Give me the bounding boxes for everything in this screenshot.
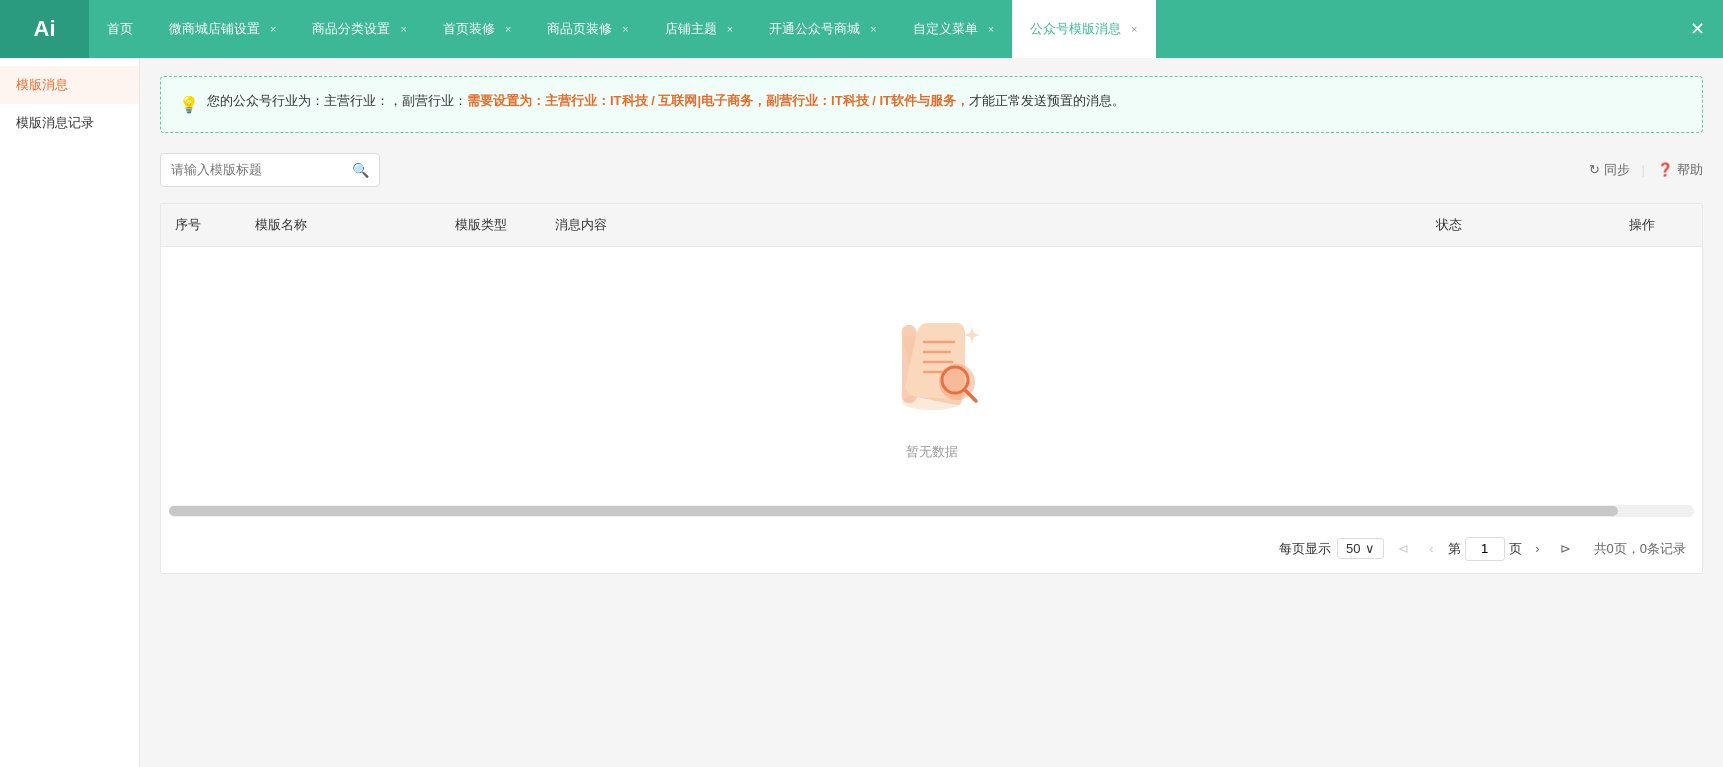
nav-tab-7[interactable]: 自定义菜单×	[895, 0, 1012, 58]
nav-tab-2[interactable]: 商品分类设置×	[294, 0, 424, 58]
page-size-dropdown[interactable]: 50 ∨	[1337, 538, 1383, 559]
search-bar: 🔍 ↻ 同步 | ❓ 帮助	[160, 153, 1703, 187]
nav-tab-1[interactable]: 微商城店铺设置×	[151, 0, 294, 58]
close-all-button[interactable]: ✕	[1672, 0, 1723, 58]
app-logo: Ai	[0, 0, 89, 58]
first-page-button[interactable]: ⊲	[1392, 537, 1416, 561]
chevron-down-icon: ∨	[1365, 541, 1375, 556]
sidebar-item-template-record[interactable]: 模版消息记录	[0, 104, 139, 142]
th-action: 操作	[1582, 204, 1702, 246]
empty-illustration	[872, 307, 992, 427]
page-number-input[interactable]	[1465, 537, 1505, 561]
nav-tab-close-4[interactable]: ×	[622, 23, 628, 35]
top-navigation: Ai 首页微商城店铺设置×商品分类设置×首页装修×商品页装修×店铺主题×开通公众…	[0, 0, 1723, 58]
page-navigation: ⊲ ‹ 第 页 › ⊳	[1392, 537, 1578, 561]
nav-tab-close-2[interactable]: ×	[400, 23, 406, 35]
search-input[interactable]	[171, 162, 352, 177]
sync-icon: ↻	[1589, 162, 1600, 177]
prev-page-button[interactable]: ‹	[1420, 537, 1444, 561]
th-seq: 序号	[161, 204, 241, 246]
th-type: 模版类型	[441, 204, 541, 246]
empty-state: 暂无数据	[161, 247, 1702, 501]
nav-tab-close-7[interactable]: ×	[988, 23, 994, 35]
notice-text: 您的公众号行业为：主营行业：，副营行业：需要设置为：主营行业：IT科技 / 互联…	[207, 91, 1125, 112]
data-table: 序号 模版名称 模版类型 消息内容 状态 操作	[160, 203, 1703, 574]
nav-tab-close-3[interactable]: ×	[505, 23, 511, 35]
content-area: 💡 您的公众号行业为：主营行业：，副营行业：需要设置为：主营行业：IT科技 / …	[140, 58, 1723, 767]
nav-tab-close-1[interactable]: ×	[270, 23, 276, 35]
pagination: 每页显示 50 ∨ ⊲ ‹ 第 页 › ⊳ 共0页，0条记录	[161, 525, 1702, 573]
nav-tab-8[interactable]: 公众号模版消息×	[1012, 0, 1155, 58]
nav-tab-0[interactable]: 首页	[89, 0, 151, 58]
nav-tab-6[interactable]: 开通公众号商城×	[751, 0, 894, 58]
divider: |	[1642, 162, 1645, 177]
help-icon: ❓	[1657, 162, 1673, 177]
nav-tab-close-8[interactable]: ×	[1131, 23, 1137, 35]
nav-tab-close-5[interactable]: ×	[727, 23, 733, 35]
nav-tab-5[interactable]: 店铺主题×	[647, 0, 751, 58]
sync-button[interactable]: ↻ 同步	[1589, 161, 1630, 179]
th-name: 模版名称	[241, 204, 441, 246]
horizontal-scrollbar[interactable]	[161, 505, 1702, 525]
help-button[interactable]: ❓ 帮助	[1657, 161, 1703, 179]
nav-tabs-container: 首页微商城店铺设置×商品分类设置×首页装修×商品页装修×店铺主题×开通公众号商城…	[89, 0, 1672, 58]
notice-icon: 💡	[179, 92, 199, 118]
th-content: 消息内容	[541, 204, 1422, 246]
last-page-button[interactable]: ⊳	[1554, 537, 1578, 561]
sidebar-item-template-msg[interactable]: 模版消息	[0, 66, 139, 104]
empty-text: 暂无数据	[906, 443, 958, 461]
nav-tab-4[interactable]: 商品页装修×	[529, 0, 646, 58]
next-page-button[interactable]: ›	[1526, 537, 1550, 561]
main-layout: 模版消息 模版消息记录 💡 您的公众号行业为：主营行业：，副营行业：需要设置为：…	[0, 58, 1723, 767]
search-icon[interactable]: 🔍	[352, 162, 369, 178]
nav-tab-close-6[interactable]: ×	[870, 23, 876, 35]
th-status: 状态	[1422, 204, 1582, 246]
notice-banner: 💡 您的公众号行业为：主营行业：，副营行业：需要设置为：主营行业：IT科技 / …	[160, 76, 1703, 133]
page-total: 共0页，0条记录	[1594, 540, 1686, 558]
table-header: 序号 模版名称 模版类型 消息内容 状态 操作	[161, 204, 1702, 247]
sidebar: 模版消息 模版消息记录	[0, 58, 140, 767]
page-size-select: 每页显示 50 ∨	[1279, 538, 1383, 559]
nav-tab-3[interactable]: 首页装修×	[425, 0, 529, 58]
search-actions: ↻ 同步 | ❓ 帮助	[1589, 161, 1703, 179]
search-input-wrap: 🔍	[160, 153, 380, 187]
